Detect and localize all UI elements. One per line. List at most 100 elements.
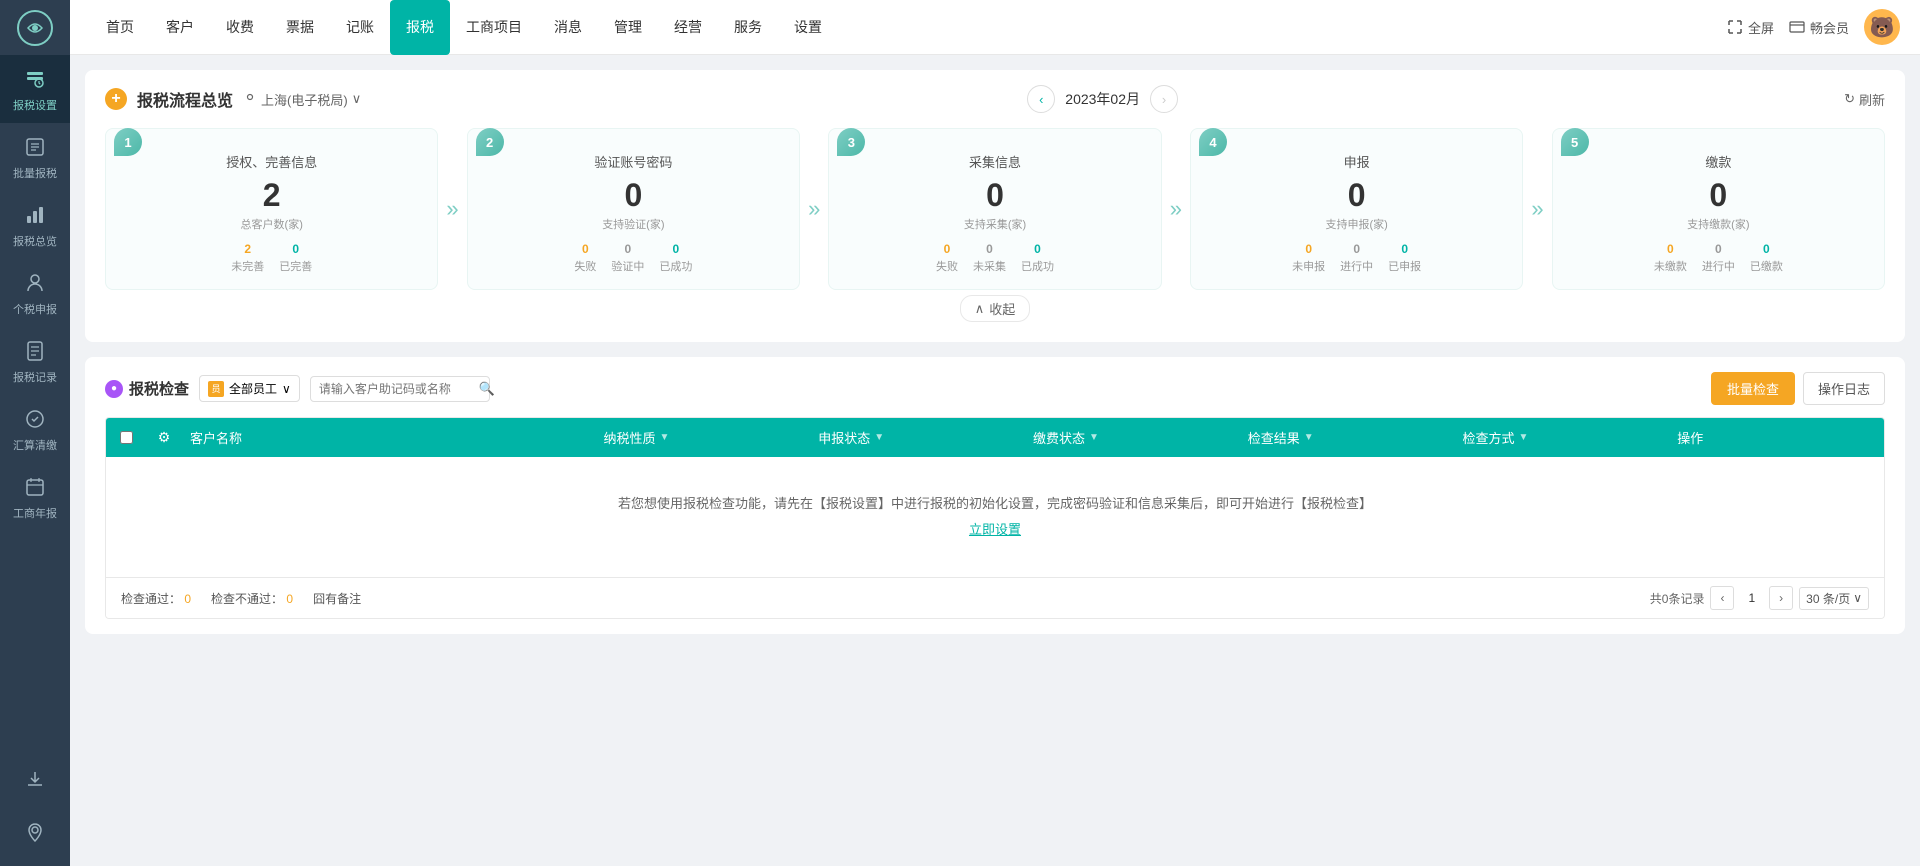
arrow-2-3: »: [800, 128, 828, 290]
nav-operations[interactable]: 经营: [658, 0, 718, 55]
table-empty-state: 若您想使用报税检查功能，请先在【报税设置】中进行报税的初始化设置，完成密码验证和…: [106, 457, 1884, 577]
sidebar-item-reconcile[interactable]: 汇算清缴: [0, 395, 70, 463]
operation-log-button[interactable]: 操作日志: [1803, 372, 1885, 405]
location-icon: [21, 818, 49, 846]
sidebar-logo: [0, 0, 70, 55]
collapse-chevron-icon: ∧: [975, 301, 985, 317]
vip-label: 畅会员: [1810, 18, 1849, 37]
sidebar-item-batch-tax[interactable]: 批量报税: [0, 123, 70, 191]
select-all-checkbox[interactable]: [106, 421, 146, 454]
nav-invoices[interactable]: 票据: [270, 0, 330, 55]
sidebar-item-annual-report[interactable]: 工商年报: [0, 463, 70, 531]
main-container: 首页 客户 收费 票据 记账 报税 工商项目 消息 管理 经营 服务 设置 全屏: [70, 0, 1920, 866]
step-4-stats: 0 未申报 0 进行中 0 已申报: [1292, 242, 1421, 274]
filter-icon[interactable]: ▼: [660, 432, 670, 443]
sidebar-item-label: 个税申报: [13, 301, 57, 317]
chevron-down-icon: ∨: [352, 91, 362, 107]
stat-label: 进行中: [1340, 258, 1373, 274]
chevron-down-icon: ∨: [282, 382, 291, 396]
next-month-button[interactable]: ›: [1150, 85, 1178, 113]
nav-management[interactable]: 管理: [598, 0, 658, 55]
filter-icon[interactable]: ▼: [1304, 432, 1314, 443]
nav-accounting[interactable]: 记账: [330, 0, 390, 55]
sidebar-item-tax-settings[interactable]: 报税设置: [0, 55, 70, 123]
prev-page-button[interactable]: ‹: [1710, 586, 1734, 610]
setup-link[interactable]: 立即设置: [969, 522, 1021, 537]
collapse-label: 收起: [989, 299, 1015, 318]
process-steps: 1 授权、完善信息 2 总客户数(家) 2 未完善 0 已完善: [105, 128, 1885, 290]
stat-value: 2: [244, 242, 251, 256]
arrow-3-4: »: [1162, 128, 1190, 290]
sidebar-item-tax-overview[interactable]: 报税总览: [0, 191, 70, 259]
location-selector[interactable]: 上海(电子税局) ∨: [243, 90, 361, 109]
step-1-count: 2: [263, 179, 281, 211]
tax-check-title: ● 报税检查: [105, 378, 189, 399]
select-all-input[interactable]: [120, 431, 133, 444]
per-page-selector[interactable]: 30 条/页 ∨: [1799, 587, 1869, 610]
filter-icon[interactable]: ▼: [1519, 432, 1529, 443]
logo-icon: [17, 10, 53, 46]
step-3-subtitle: 支持采集(家): [964, 216, 1026, 232]
stat-label: 未完善: [231, 258, 264, 274]
step-4-count: 0: [1348, 179, 1366, 211]
passed-value[interactable]: 0: [184, 592, 191, 606]
step-1-authorize: 1 授权、完善信息 2 总客户数(家) 2 未完善 0 已完善: [105, 128, 438, 290]
step-2-stat-2: 0 已成功: [659, 242, 692, 274]
prev-month-button[interactable]: ‹: [1027, 85, 1055, 113]
filter-icon[interactable]: ▼: [874, 432, 884, 443]
customer-search-input[interactable]: [319, 382, 474, 396]
next-page-button[interactable]: ›: [1769, 586, 1793, 610]
sidebar-item-personal-tax[interactable]: 个税申报: [0, 259, 70, 327]
step-5-stat-0: 0 未缴款: [1654, 242, 1687, 274]
search-icon[interactable]: 🔍: [479, 381, 495, 397]
overview-title: 报税流程总览: [137, 87, 233, 111]
nav-commerce[interactable]: 工商项目: [450, 0, 538, 55]
refresh-button[interactable]: ↻ 刷新: [1844, 90, 1885, 109]
employee-filter[interactable]: 员 全部员工 ∨: [199, 375, 300, 402]
nav-settings[interactable]: 设置: [778, 0, 838, 55]
footer-failed: 检查不通过： 0: [211, 590, 293, 607]
stat-value: 0: [944, 242, 951, 256]
sidebar-item-tax-record[interactable]: 报税记录: [0, 327, 70, 395]
current-page: 1: [1740, 589, 1763, 607]
step-5-subtitle: 支持缴款(家): [1687, 216, 1749, 232]
stat-label: 已缴款: [1750, 258, 1783, 274]
tax-check-card: ● 报税检查 员 全部员工 ∨ 🔍 批量检查 操作日志: [85, 357, 1905, 634]
nav-fees[interactable]: 收费: [210, 0, 270, 55]
batch-check-button[interactable]: 批量检查: [1711, 372, 1795, 405]
table-header: ⚙ 客户名称 纳税性质 ▼ 申报状态 ▼ 缴费状态 ▼ 检: [106, 418, 1884, 457]
location-label: 上海(电子税局): [261, 90, 348, 109]
collapse-button[interactable]: ∧ 收起: [960, 295, 1031, 322]
tax-check-title-text: 报税检查: [129, 378, 189, 399]
sidebar-item-location[interactable]: [0, 808, 70, 856]
step-5-stat-1: 0 进行中: [1702, 242, 1735, 274]
stat-label: 未缴款: [1654, 258, 1687, 274]
nav-messages[interactable]: 消息: [538, 0, 598, 55]
step-3-count: 0: [986, 179, 1004, 211]
failed-value[interactable]: 0: [286, 592, 293, 606]
refresh-label: 刷新: [1859, 90, 1885, 109]
filter-icon[interactable]: ▼: [1089, 432, 1099, 443]
fullscreen-button[interactable]: 全屏: [1727, 18, 1774, 37]
passed-label: 检查通过：: [121, 592, 181, 606]
nav-tax[interactable]: 报税: [390, 0, 450, 55]
refresh-icon: ↻: [1844, 91, 1855, 107]
nav-service[interactable]: 服务: [718, 0, 778, 55]
sidebar-item-download[interactable]: [0, 755, 70, 803]
sidebar-item-label: 报税记录: [13, 369, 57, 385]
stat-label: 失败: [574, 258, 596, 274]
stat-value: 0: [986, 242, 993, 256]
employee-filter-icon: 员: [208, 381, 224, 397]
tax-settings-icon: [21, 65, 49, 93]
column-settings-icon[interactable]: ⚙: [146, 429, 182, 446]
step-2-stat-1: 0 验证中: [611, 242, 644, 274]
stat-label: 已成功: [1021, 258, 1054, 274]
nav-customers[interactable]: 客户: [150, 0, 210, 55]
nav-home[interactable]: 首页: [90, 0, 150, 55]
vip-button[interactable]: 畅会员: [1789, 18, 1849, 37]
step-1-stat-0: 2 未完善: [231, 242, 264, 274]
col-check-result: 检查结果 ▼: [1240, 418, 1455, 457]
step-2-stat-0: 0 失败: [574, 242, 596, 274]
step-5-pay: 5 缴款 0 支持缴款(家) 0 未缴款 0 进行中: [1552, 128, 1885, 290]
user-avatar[interactable]: 🐻: [1864, 9, 1900, 45]
